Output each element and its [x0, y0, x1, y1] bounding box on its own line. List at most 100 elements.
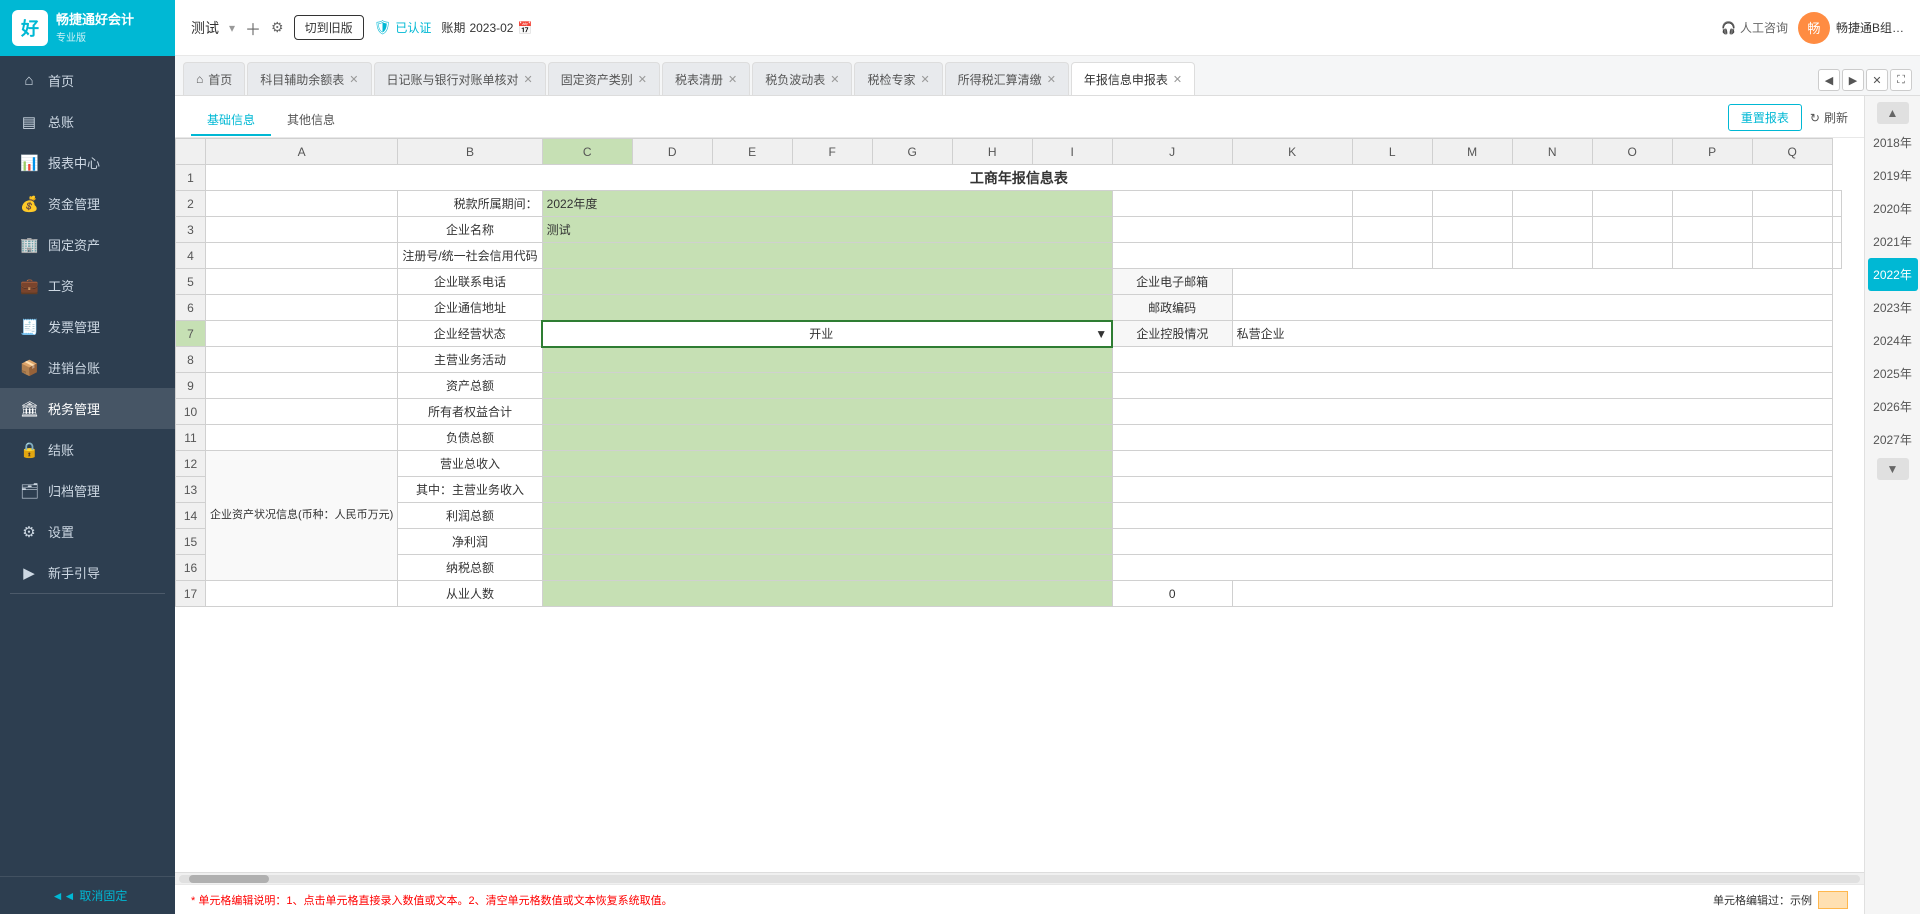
- tabbar-next-btn[interactable]: ▶: [1842, 69, 1864, 91]
- topbar-add-btn[interactable]: ＋: [245, 16, 261, 40]
- refresh-btn[interactable]: ↻ 刷新: [1810, 109, 1848, 126]
- cell-6c[interactable]: [542, 295, 1112, 321]
- sidebar-item-closing[interactable]: 🔒 结账: [0, 429, 175, 470]
- tab-tax-check-close[interactable]: ✕: [920, 73, 929, 86]
- cell-15c[interactable]: [542, 529, 1112, 555]
- cell-10c[interactable]: [542, 399, 1112, 425]
- tab-journal[interactable]: 日记账与银行对账单核对 ✕: [374, 62, 546, 95]
- tab-home[interactable]: ⌂ 首页: [183, 62, 245, 95]
- col-header-d[interactable]: D: [632, 139, 712, 165]
- sidebar-item-salary[interactable]: 💼 工资: [0, 265, 175, 306]
- col-header-a[interactable]: A: [206, 139, 398, 165]
- tabbar-prev-btn[interactable]: ◀: [1818, 69, 1840, 91]
- cell-11c[interactable]: [542, 425, 1112, 451]
- cell-4c[interactable]: [542, 243, 1112, 269]
- col-header-q[interactable]: Q: [1752, 139, 1832, 165]
- cell-5k[interactable]: [1232, 269, 1832, 295]
- tab-other-info[interactable]: 其他信息: [271, 105, 351, 136]
- year-item-2022[interactable]: 2022年: [1868, 258, 1918, 291]
- cell-14c[interactable]: [542, 503, 1112, 529]
- sidebar-item-guide[interactable]: ▶ 新手引导: [0, 552, 175, 593]
- year-item-2020[interactable]: 2020年: [1868, 192, 1918, 225]
- tabbar-close-btn[interactable]: ✕: [1866, 69, 1888, 91]
- tab-annual[interactable]: 年报信息申报表 ✕: [1071, 62, 1195, 95]
- tab-income-tax-close[interactable]: ✕: [1047, 73, 1056, 86]
- col-header-p[interactable]: P: [1672, 139, 1752, 165]
- sidebar-item-invoice[interactable]: 🧾 发票管理: [0, 306, 175, 347]
- collapse-btn[interactable]: ◄◄ 取消固定: [0, 876, 175, 914]
- reset-report-btn[interactable]: 重置报表: [1728, 104, 1802, 131]
- cell-8c[interactable]: [542, 347, 1112, 373]
- sidebar-item-archive[interactable]: 🗂 归档管理: [0, 470, 175, 511]
- col-header-j[interactable]: J: [1112, 139, 1232, 165]
- col-header-m[interactable]: M: [1432, 139, 1512, 165]
- sidebar-item-tax[interactable]: 🏛 税务管理: [0, 388, 175, 429]
- cell-17j-value[interactable]: 0: [1112, 581, 1232, 607]
- sidebar-item-inventory[interactable]: 📦 进销台账: [0, 347, 175, 388]
- col-header-o[interactable]: O: [1592, 139, 1672, 165]
- sidebar-item-home[interactable]: ⌂ 首页: [0, 60, 175, 101]
- cell-3c[interactable]: 测试: [542, 217, 1112, 243]
- year-item-2024[interactable]: 2024年: [1868, 324, 1918, 357]
- sidebar-item-report[interactable]: 📊 报表中心: [0, 142, 175, 183]
- col-header-c[interactable]: C: [542, 139, 632, 165]
- col-header-l[interactable]: L: [1352, 139, 1432, 165]
- sidebar-item-ledger[interactable]: ▤ 总账: [0, 101, 175, 142]
- cell-7c-dropdown[interactable]: 开业 ▼: [542, 321, 1112, 347]
- spreadsheet-wrapper[interactable]: A B C D E F G H I J K L M: [175, 138, 1864, 872]
- tab-assets-cat[interactable]: 固定资产类别 ✕: [548, 62, 660, 95]
- col-header-f[interactable]: F: [792, 139, 872, 165]
- year-item-2025[interactable]: 2025年: [1868, 357, 1918, 390]
- tab-annual-close[interactable]: ✕: [1173, 73, 1182, 86]
- tab-basic-info[interactable]: 基础信息: [191, 105, 271, 136]
- col-header-g[interactable]: G: [872, 139, 952, 165]
- tab-aux[interactable]: 科目辅助余额表 ✕: [247, 62, 371, 95]
- sidebar-item-settings[interactable]: ⚙ 设置: [0, 511, 175, 552]
- cell-2c[interactable]: 2022年度: [542, 191, 1112, 217]
- year-item-2023[interactable]: 2023年: [1868, 291, 1918, 324]
- tab-tax-check[interactable]: 税检专家 ✕: [854, 62, 942, 95]
- year-item-2019[interactable]: 2019年: [1868, 159, 1918, 192]
- cell-17c[interactable]: [542, 581, 1112, 607]
- topbar-help-btn[interactable]: 🎧 人工咨询: [1721, 19, 1788, 36]
- sidebar-item-capital[interactable]: 💰 资金管理: [0, 183, 175, 224]
- year-item-2018[interactable]: 2018年: [1868, 126, 1918, 159]
- col-header-h[interactable]: H: [952, 139, 1032, 165]
- cell-16c[interactable]: [542, 555, 1112, 581]
- cell-12c[interactable]: [542, 451, 1112, 477]
- col-header-k[interactable]: K: [1232, 139, 1352, 165]
- cell-2a[interactable]: [206, 191, 398, 217]
- cell-13c[interactable]: [542, 477, 1112, 503]
- year-nav-down-btn[interactable]: ▼: [1877, 458, 1909, 480]
- scroll-thumb[interactable]: [189, 875, 269, 883]
- year-item-2027[interactable]: 2027年: [1868, 423, 1918, 456]
- tab-tax-table-close[interactable]: ✕: [728, 73, 737, 86]
- tab-tax-wave[interactable]: 税负波动表 ✕: [752, 62, 852, 95]
- tabbar-maximize-btn[interactable]: ⛶: [1890, 69, 1912, 91]
- col-header-e[interactable]: E: [712, 139, 792, 165]
- calendar-icon[interactable]: 📅: [517, 21, 532, 35]
- topbar-old-version-btn[interactable]: 切到旧版: [294, 15, 364, 40]
- sidebar-item-assets[interactable]: 🏢 固定资产: [0, 224, 175, 265]
- year-item-2026[interactable]: 2026年: [1868, 390, 1918, 423]
- col-header-i[interactable]: I: [1032, 139, 1112, 165]
- cell-9c[interactable]: [542, 373, 1112, 399]
- topbar-user[interactable]: 畅 畅捷通B组…: [1798, 12, 1904, 44]
- tab-journal-close[interactable]: ✕: [524, 73, 533, 86]
- year-item-2021[interactable]: 2021年: [1868, 225, 1918, 258]
- cell-6k[interactable]: [1232, 295, 1832, 321]
- col-header-b[interactable]: B: [398, 139, 542, 165]
- cell-7k[interactable]: 私营企业: [1232, 321, 1832, 347]
- tab-tax-table[interactable]: 税表清册 ✕: [662, 62, 750, 95]
- dropdown-arrow-icon[interactable]: ▼: [1095, 327, 1107, 341]
- year-nav-up-btn[interactable]: ▲: [1877, 102, 1909, 124]
- horizontal-scrollbar[interactable]: [175, 872, 1864, 884]
- cell-5c[interactable]: [542, 269, 1112, 295]
- tab-aux-close[interactable]: ✕: [349, 73, 358, 86]
- tab-income-tax[interactable]: 所得税汇算清缴 ✕: [945, 62, 1069, 95]
- tab-tax-wave-close[interactable]: ✕: [830, 73, 839, 86]
- topbar-gear-icon[interactable]: ⚙: [271, 19, 284, 36]
- topbar-dropdown-arrow[interactable]: ▾: [229, 21, 235, 35]
- col-header-n[interactable]: N: [1512, 139, 1592, 165]
- tab-assets-cat-close[interactable]: ✕: [638, 73, 647, 86]
